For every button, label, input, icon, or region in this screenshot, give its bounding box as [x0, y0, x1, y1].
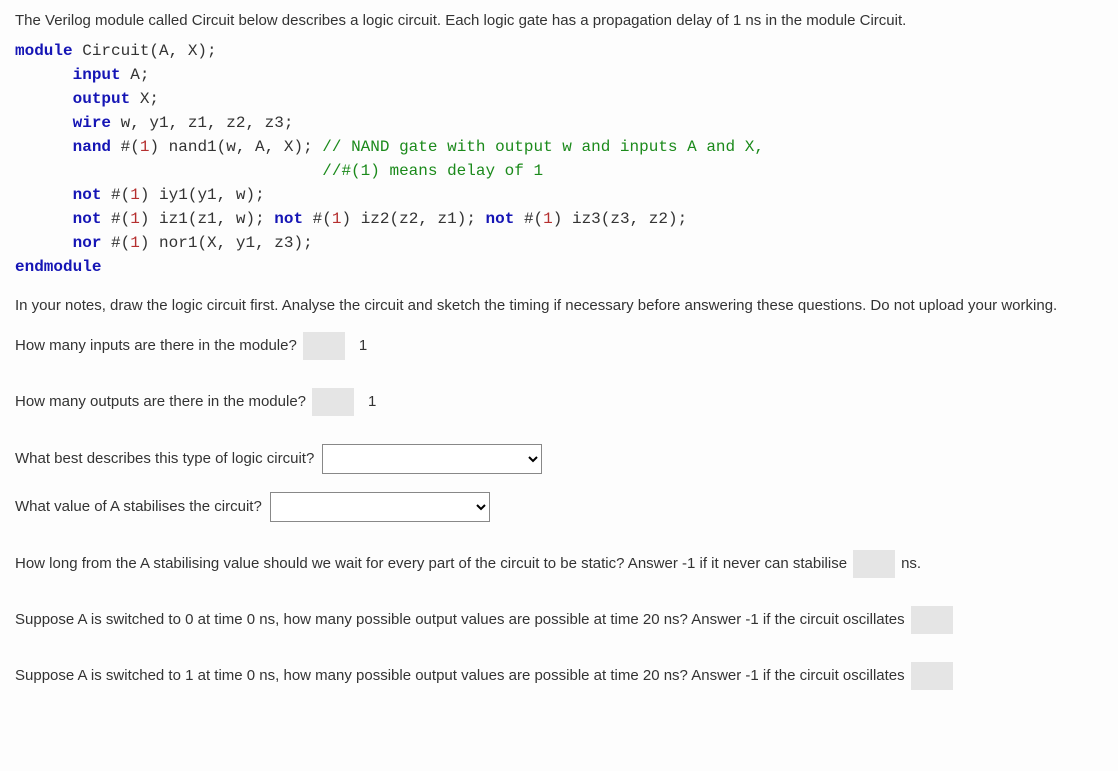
code-text: w, y1, z1, z2, z3; — [111, 114, 293, 132]
q5-unit: ns. — [901, 552, 921, 576]
kw-module: module — [15, 42, 73, 60]
kw-input: input — [73, 66, 121, 84]
code-text: ) iy1(y1, w); — [140, 186, 265, 204]
code-text: ) nor1(X, y1, z3); — [140, 234, 313, 252]
code-text: Circuit(A, X); — [73, 42, 217, 60]
code-text: ) iz2(z2, z1); — [342, 210, 486, 228]
question-5: How long from the A stabilising value sh… — [15, 550, 1103, 578]
kw-nor: nor — [73, 234, 102, 252]
kw-not: not — [73, 186, 102, 204]
question-2: How many outputs are there in the module… — [15, 388, 1103, 416]
kw-not: not — [73, 210, 102, 228]
code-text: #( — [111, 138, 140, 156]
q4-select[interactable] — [270, 492, 490, 522]
kw-nand: nand — [73, 138, 111, 156]
q1-text: How many inputs are there in the module? — [15, 334, 297, 358]
code-text: #( — [101, 186, 130, 204]
q6-text: Suppose A is switched to 0 at time 0 ns,… — [15, 608, 905, 632]
q3-select[interactable] — [322, 444, 542, 474]
code-text: #( — [101, 210, 130, 228]
q1-answer-box[interactable] — [303, 332, 345, 360]
comment: // NAND gate with output w and inputs A … — [322, 138, 764, 156]
q6-answer-box[interactable] — [911, 606, 953, 634]
question-7: Suppose A is switched to 1 at time 0 ns,… — [15, 662, 1103, 690]
question-6: Suppose A is switched to 0 at time 0 ns,… — [15, 606, 1103, 634]
q7-answer-box[interactable] — [911, 662, 953, 690]
num: 1 — [140, 138, 150, 156]
instruction-note: In your notes, draw the logic circuit fi… — [15, 297, 1103, 314]
kw-endmodule: endmodule — [15, 258, 101, 276]
question-3: What best describes this type of logic c… — [15, 444, 1103, 474]
q2-answer-box[interactable] — [312, 388, 354, 416]
q3-text: What best describes this type of logic c… — [15, 447, 314, 471]
code-text: ) nand1(w, A, X); — [149, 138, 322, 156]
q2-text: How many outputs are there in the module… — [15, 390, 306, 414]
q5-text: How long from the A stabilising value sh… — [15, 552, 847, 576]
num: 1 — [332, 210, 342, 228]
intro-text: The Verilog module called Circuit below … — [15, 10, 1103, 31]
kw-wire: wire — [73, 114, 111, 132]
q4-text: What value of A stabilises the circuit? — [15, 495, 262, 519]
q1-answer: 1 — [359, 334, 367, 358]
comment: //#(1) means delay of 1 — [322, 162, 543, 180]
code-text: ) iz1(z1, w); — [140, 210, 274, 228]
code-text: X; — [130, 90, 159, 108]
question-1: How many inputs are there in the module?… — [15, 332, 1103, 360]
verilog-code-block: module Circuit(A, X); input A; output X;… — [15, 39, 1103, 279]
q2-answer: 1 — [368, 390, 376, 414]
code-text: #( — [101, 234, 130, 252]
kw-output: output — [73, 90, 131, 108]
num: 1 — [130, 186, 140, 204]
q5-answer-box[interactable] — [853, 550, 895, 578]
num: 1 — [130, 234, 140, 252]
kw-not: not — [274, 210, 303, 228]
code-text: ) iz3(z3, z2); — [553, 210, 687, 228]
q7-text: Suppose A is switched to 1 at time 0 ns,… — [15, 664, 905, 688]
code-text: #( — [514, 210, 543, 228]
kw-not: not — [486, 210, 515, 228]
question-4: What value of A stabilises the circuit? — [15, 492, 1103, 522]
num: 1 — [543, 210, 553, 228]
num: 1 — [130, 210, 140, 228]
code-text: #( — [303, 210, 332, 228]
code-text: A; — [121, 66, 150, 84]
